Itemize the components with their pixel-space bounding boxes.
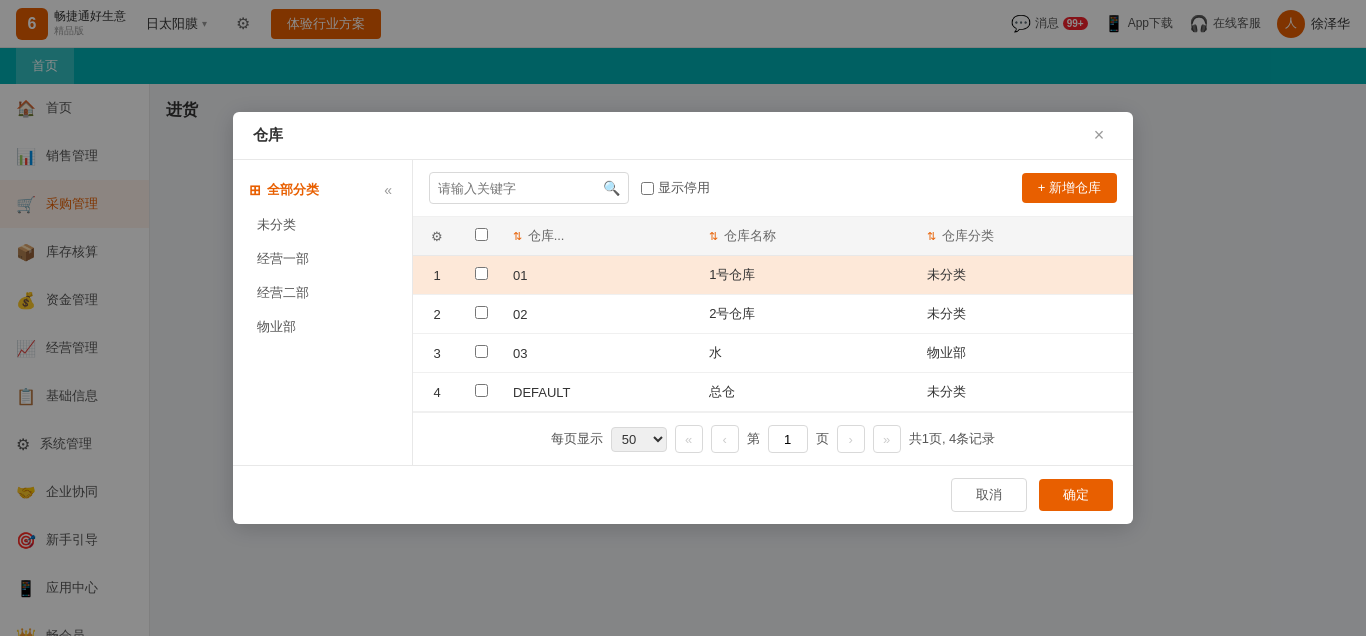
row-name: 2号仓库 (697, 295, 915, 334)
modal-body: ⊞ 全部分类 « 未分类 经营一部 经营二部 物业部 🔍 (233, 160, 1133, 465)
table-row[interactable]: 1 01 1号仓库 未分类 (413, 256, 1133, 295)
show-disabled-checkbox[interactable] (641, 182, 654, 195)
search-icon: 🔍 (603, 180, 620, 196)
category-item-dept2[interactable]: 经营二部 (233, 276, 412, 310)
modal-overlay: 仓库 × ⊞ 全部分类 « 未分类 经营一部 经营二部 物业部 (0, 0, 1366, 636)
search-box: 🔍 (429, 172, 629, 204)
row-check (461, 295, 501, 334)
page-total: 共1页, 4条记录 (909, 430, 996, 448)
add-warehouse-button[interactable]: + 新增仓库 (1022, 173, 1117, 203)
table-panel: 🔍 显示停用 + 新增仓库 ⚙ (413, 160, 1133, 465)
row-check (461, 334, 501, 373)
row-checkbox[interactable] (475, 384, 488, 397)
table-wrap: ⚙ ⇅ 仓库... ⇅ (413, 217, 1133, 412)
row-category: 物业部 (915, 334, 1133, 373)
th-code: ⇅ 仓库... (501, 217, 697, 256)
pagination: 每页显示 50 100 « ‹ 第 页 › » 共1页, 4条记录 (413, 412, 1133, 465)
category-item-unclassified[interactable]: 未分类 (233, 208, 412, 242)
row-checkbox[interactable] (475, 267, 488, 280)
row-code: 01 (501, 256, 697, 295)
modal-header: 仓库 × (233, 112, 1133, 160)
settings-gear-icon: ⚙ (431, 229, 443, 244)
table-row[interactable]: 4 DEFAULT 总仓 未分类 (413, 373, 1133, 412)
first-page-button[interactable]: « (675, 425, 703, 453)
category-panel: ⊞ 全部分类 « 未分类 经营一部 经营二部 物业部 (233, 160, 413, 465)
th-name: ⇅ 仓库名称 (697, 217, 915, 256)
table-row[interactable]: 2 02 2号仓库 未分类 (413, 295, 1133, 334)
collapse-button[interactable]: « (380, 180, 396, 200)
th-category: ⇅ 仓库分类 (915, 217, 1133, 256)
search-input[interactable] (438, 181, 603, 196)
last-page-button[interactable]: » (873, 425, 901, 453)
category-title: 全部分类 (267, 181, 319, 199)
row-name: 总仓 (697, 373, 915, 412)
row-num: 2 (413, 295, 461, 334)
row-checkbox[interactable] (475, 306, 488, 319)
page-label-pre: 第 (747, 430, 760, 448)
cancel-button[interactable]: 取消 (951, 478, 1027, 512)
category-item-property[interactable]: 物业部 (233, 310, 412, 344)
per-page-label: 每页显示 (551, 430, 603, 448)
row-num: 1 (413, 256, 461, 295)
select-all-checkbox[interactable] (475, 228, 488, 241)
table-header-row: ⚙ ⇅ 仓库... ⇅ (413, 217, 1133, 256)
page-number-input[interactable] (768, 425, 808, 453)
prev-page-button[interactable]: ‹ (711, 425, 739, 453)
modal-close-button[interactable]: × (1085, 122, 1113, 150)
row-code: 03 (501, 334, 697, 373)
row-num: 4 (413, 373, 461, 412)
per-page-select[interactable]: 50 100 (611, 427, 667, 452)
next-page-button[interactable]: › (837, 425, 865, 453)
category-item-dept1[interactable]: 经营一部 (233, 242, 412, 276)
th-check (461, 217, 501, 256)
row-name: 1号仓库 (697, 256, 915, 295)
modal-title: 仓库 (253, 126, 283, 145)
table-toolbar: 🔍 显示停用 + 新增仓库 (413, 160, 1133, 217)
row-check (461, 256, 501, 295)
modal-footer: 取消 确定 (233, 465, 1133, 524)
row-category: 未分类 (915, 256, 1133, 295)
th-settings: ⚙ (413, 217, 461, 256)
warehouse-modal: 仓库 × ⊞ 全部分类 « 未分类 经营一部 经营二部 物业部 (233, 112, 1133, 524)
row-num: 3 (413, 334, 461, 373)
show-disabled-label[interactable]: 显示停用 (641, 179, 710, 197)
row-category: 未分类 (915, 373, 1133, 412)
page-label-post: 页 (816, 430, 829, 448)
row-code: DEFAULT (501, 373, 697, 412)
row-code: 02 (501, 295, 697, 334)
row-name: 水 (697, 334, 915, 373)
row-category: 未分类 (915, 295, 1133, 334)
warehouse-table: ⚙ ⇅ 仓库... ⇅ (413, 217, 1133, 412)
show-disabled-text: 显示停用 (658, 179, 710, 197)
category-header[interactable]: ⊞ 全部分类 « (233, 172, 412, 208)
row-check (461, 373, 501, 412)
row-checkbox[interactable] (475, 345, 488, 358)
grid-icon: ⊞ (249, 182, 261, 198)
table-row[interactable]: 3 03 水 物业部 (413, 334, 1133, 373)
confirm-button[interactable]: 确定 (1039, 479, 1113, 511)
